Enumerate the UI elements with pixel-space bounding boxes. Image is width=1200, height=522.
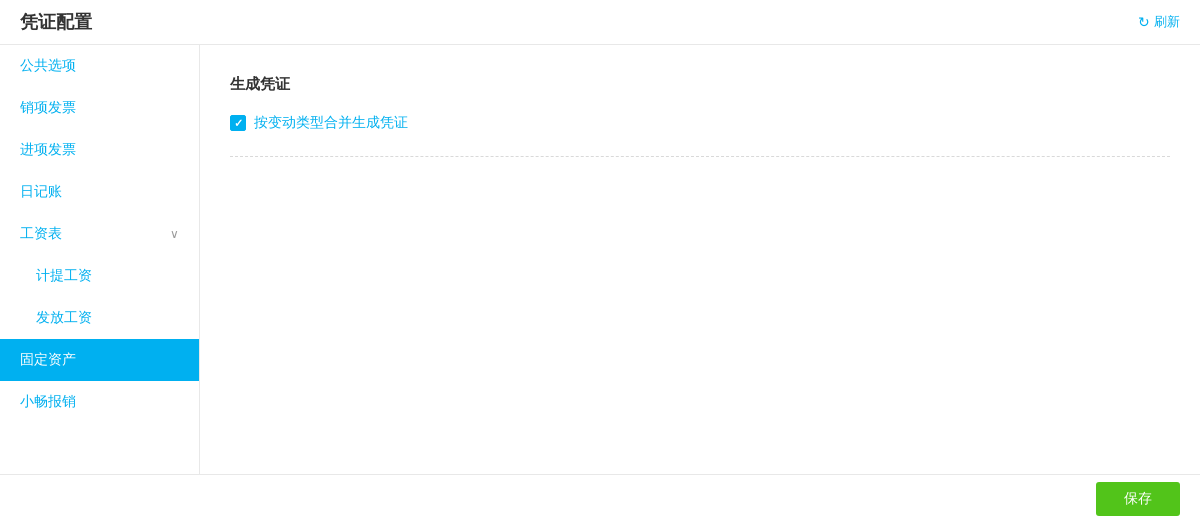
sidebar: 公共选项销项发票进项发票日记账工资表 ∨ 计提工资发放工资固定资产小畅报销	[0, 45, 200, 522]
sidebar-item-label: 销项发票	[20, 99, 76, 117]
section-title: 生成凭证	[230, 75, 1170, 94]
sidebar-item-label: 进项发票	[20, 141, 76, 159]
header: 凭证配置 ↻ 刷新	[0, 0, 1200, 45]
sidebar-item-label: 固定资产	[20, 351, 76, 369]
merge-checkbox-label[interactable]: 按变动类型合并生成凭证	[254, 114, 408, 132]
sidebar-item-label: 日记账	[20, 183, 62, 201]
sidebar-item-payroll[interactable]: 工资表 ∨	[0, 213, 199, 255]
sidebar-item-label: 计提工资	[36, 267, 92, 285]
merge-checkbox[interactable]	[230, 115, 246, 131]
sidebar-item-label: 发放工资	[36, 309, 92, 327]
sidebar-item-purchase-invoice[interactable]: 进项发票	[0, 129, 199, 171]
sidebar-item-label: 公共选项	[20, 57, 76, 75]
main-layout: 公共选项销项发票进项发票日记账工资表 ∨ 计提工资发放工资固定资产小畅报销 生成凭证…	[0, 45, 1200, 522]
footer: 保存	[0, 474, 1200, 522]
sidebar-item-label: 工资表	[20, 225, 62, 243]
refresh-label: 刷新	[1154, 13, 1180, 31]
sidebar-item-label: 小畅报销	[20, 393, 76, 411]
sidebar-item-fixed-assets[interactable]: 固定资产	[0, 339, 199, 381]
sidebar-item-journal[interactable]: 日记账	[0, 171, 199, 213]
divider	[230, 156, 1170, 157]
sidebar-item-expense-report[interactable]: 小畅报销	[0, 381, 199, 423]
checkbox-row: 按变动类型合并生成凭证	[230, 114, 1170, 132]
sidebar-item-commission[interactable]: 计提工资	[0, 255, 199, 297]
main-content: 生成凭证 按变动类型合并生成凭证	[200, 45, 1200, 522]
save-button[interactable]: 保存	[1096, 482, 1180, 516]
sidebar-item-distribute[interactable]: 发放工资	[0, 297, 199, 339]
chevron-down-icon: ∨	[170, 227, 179, 241]
page-title: 凭证配置	[20, 10, 92, 34]
refresh-button[interactable]: ↻ 刷新	[1138, 13, 1180, 31]
sidebar-item-sales-invoice[interactable]: 销项发票	[0, 87, 199, 129]
sidebar-item-public-options[interactable]: 公共选项	[0, 45, 199, 87]
refresh-icon: ↻	[1138, 14, 1150, 30]
